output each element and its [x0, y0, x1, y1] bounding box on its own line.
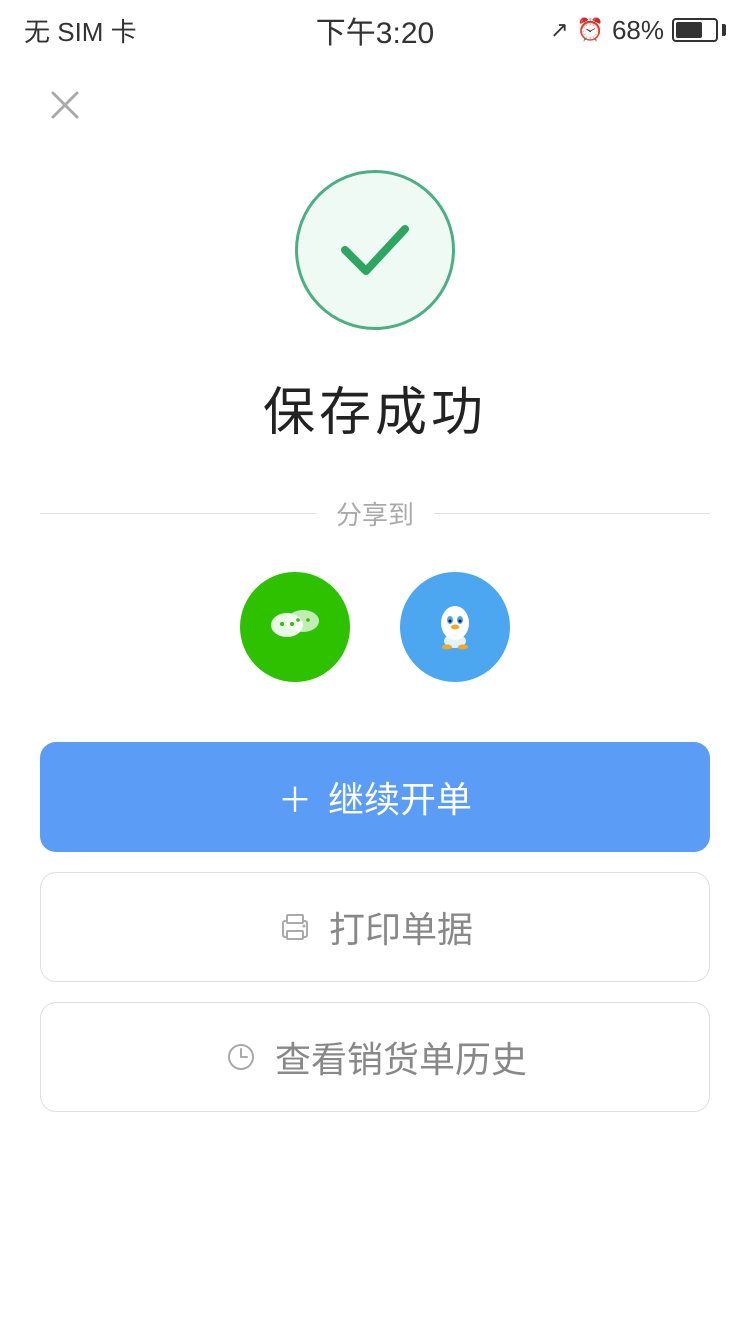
- action-buttons: ＋ 继续开单 打印单据 查看销货单历史: [40, 742, 710, 1112]
- battery-percent: 68%: [612, 15, 664, 46]
- share-label: 分享到: [336, 495, 414, 532]
- share-section: 分享到: [40, 495, 710, 682]
- history-button[interactable]: 查看销货单历史: [40, 1002, 710, 1112]
- status-bar: 无 SIM 卡 下午3:20 ↗ ⏰ 68%: [0, 0, 750, 60]
- divider-line-left: [40, 513, 316, 514]
- success-title: 保存成功: [263, 370, 487, 445]
- share-icons: [240, 572, 510, 682]
- carrier-label: 无 SIM 卡: [24, 12, 137, 49]
- continue-label: 继续开单: [328, 771, 472, 823]
- location-icon: ↗: [550, 17, 568, 43]
- share-divider: 分享到: [40, 495, 710, 532]
- battery-indicator: [672, 18, 726, 42]
- wechat-share-button[interactable]: [240, 572, 350, 682]
- success-section: 保存成功: [40, 170, 710, 445]
- divider-line-right: [434, 513, 710, 514]
- status-time: 下午3:20: [316, 8, 434, 52]
- history-label: 查看销货单历史: [275, 1031, 527, 1083]
- main-content: 保存成功 分享到: [0, 60, 750, 1152]
- print-button[interactable]: 打印单据: [40, 872, 710, 982]
- print-icon: [277, 909, 313, 945]
- history-icon: [223, 1039, 259, 1075]
- plus-icon: ＋: [278, 773, 312, 822]
- status-right: ↗ ⏰ 68%: [550, 15, 726, 46]
- status-left: 无 SIM 卡: [24, 12, 145, 49]
- continue-button[interactable]: ＋ 继续开单: [40, 742, 710, 852]
- qq-share-button[interactable]: [400, 572, 510, 682]
- close-button[interactable]: [40, 80, 90, 130]
- success-circle: [295, 170, 455, 330]
- print-label: 打印单据: [329, 901, 473, 953]
- alarm-icon: ⏰: [577, 17, 604, 43]
